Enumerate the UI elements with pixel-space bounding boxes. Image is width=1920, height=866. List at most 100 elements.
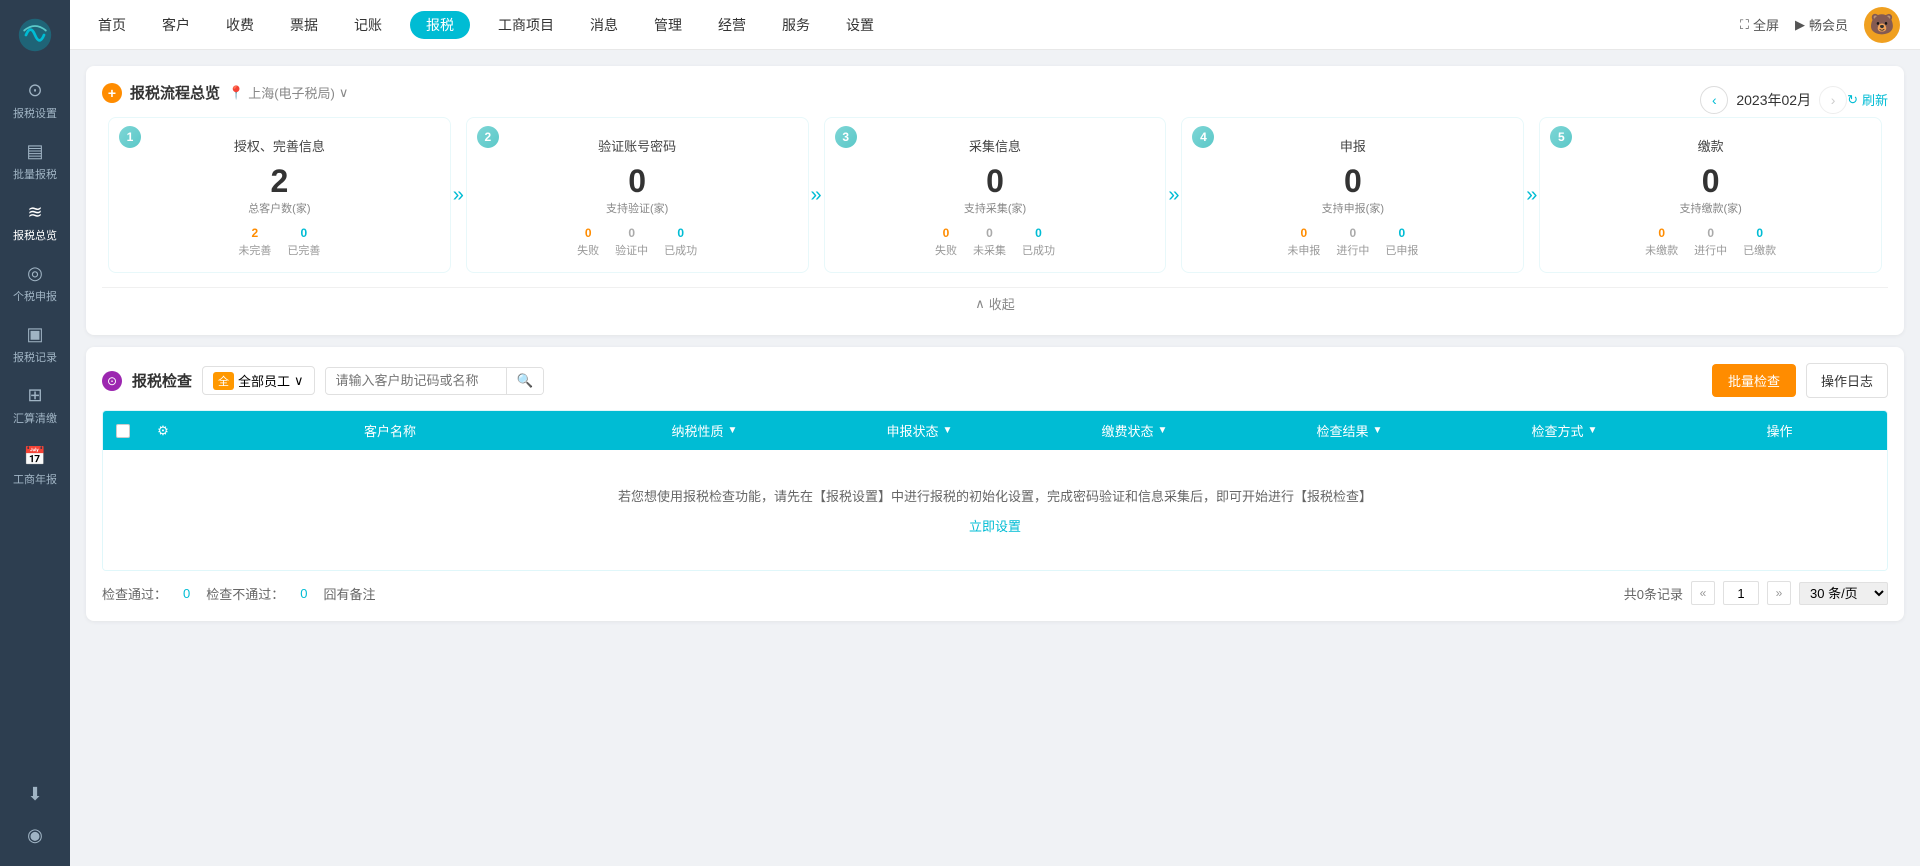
header-checkbox[interactable] [116,424,130,438]
refresh-btn[interactable]: ↻ 刷新 [1847,90,1888,109]
first-page-btn[interactable]: « [1691,581,1715,605]
nav-operations[interactable]: 经营 [710,11,754,39]
sidebar-item-download[interactable]: ⬇ [0,774,70,815]
fullscreen-label: 全屏 [1753,15,1779,34]
sidebar-item-settlement[interactable]: ⊞ 汇算清缴 [0,375,70,436]
fail-label: 检查不通过： [206,584,284,603]
pass-count[interactable]: 0 [183,586,190,601]
sidebar-item-personal-tax[interactable]: ◎ 个税申报 [0,253,70,314]
nav-settings[interactable]: 设置 [838,11,882,39]
nav-messages[interactable]: 消息 [582,11,626,39]
step-4-stat-2[interactable]: 0 已申报 [1385,226,1418,258]
step-4-stat-0-label: 未申报 [1287,242,1320,258]
step-3-stat-2-num: 0 [1035,226,1042,240]
sidebar-item-annual-report[interactable]: 📅 工商年报 [0,436,70,497]
nav-home[interactable]: 首页 [90,11,134,39]
page-input[interactable] [1723,581,1759,605]
location-icon: ◉ [27,825,43,846]
step-4-count: 0 [1198,163,1507,200]
sidebar-item-location[interactable]: ◉ [0,815,70,856]
sidebar-item-tax-settings[interactable]: ⊙ 报税设置 [0,70,70,131]
step-2-stat-0[interactable]: 0 失败 [577,226,599,258]
filter-icon-tax-nature[interactable]: ▼ [728,425,738,436]
step-5-stats: 0 未缴款 0 进行中 0 已缴款 [1556,226,1865,258]
step-4-stat-1[interactable]: 0 进行中 [1336,226,1369,258]
nav-fees[interactable]: 收费 [218,11,262,39]
step-2-stat-1[interactable]: 0 验证中 [615,226,648,258]
nav-customers[interactable]: 客户 [154,11,198,39]
step-5-stat-0[interactable]: 0 未缴款 [1645,226,1678,258]
sidebar-item-tax-overview[interactable]: ≋ 报税总览 [0,192,70,253]
step-4-stat-0-num: 0 [1300,226,1307,240]
step-4-stat-0[interactable]: 0 未申报 [1287,226,1320,258]
vip-btn[interactable]: ▶ 畅会员 [1795,15,1848,34]
per-page-select[interactable]: 30 条/页 50 条/页 100 条/页 [1799,582,1888,605]
step-2-stats: 0 失败 0 验证中 0 已成功 [483,226,792,258]
step-4-stat-1-label: 进行中 [1336,242,1369,258]
step-2-desc: 支持验证(家) [483,200,792,216]
location-selector[interactable]: 📍 上海(电子税局) ∨ [228,83,348,102]
step-3-stat-0[interactable]: 0 失败 [935,226,957,258]
sidebar-item-batch-tax[interactable]: ▤ 批量报税 [0,131,70,192]
refresh-icon: ↻ [1847,92,1858,108]
th-payment-status-label: 缴费状态 [1102,421,1154,440]
user-avatar[interactable]: 🐻 [1864,7,1900,43]
next-month-btn[interactable]: › [1819,86,1847,114]
video-icon: ▶ [1795,17,1805,33]
sidebar-item-label: 汇算清缴 [13,410,57,426]
step-3-stat-1[interactable]: 0 未采集 [973,226,1006,258]
setup-link[interactable]: 立即设置 [969,519,1021,534]
month-navigation: ‹ 2023年02月 › [1700,86,1847,114]
step-5-stat-1[interactable]: 0 进行中 [1694,226,1727,258]
nav-accounting[interactable]: 记账 [346,11,390,39]
batch-check-button[interactable]: 批量检查 [1712,364,1796,397]
search-button[interactable]: 🔍 [506,368,544,394]
settlement-icon: ⊞ [27,385,42,406]
nav-services[interactable]: 服务 [774,11,818,39]
collapse-btn[interactable]: ∧ 收起 [102,288,1888,319]
th-settings[interactable]: ⚙ [143,411,183,450]
fullscreen-btn[interactable]: ⛶ 全屏 [1740,15,1779,34]
vip-label: 畅会员 [1809,15,1848,34]
th-declare-status-label: 申报状态 [887,421,939,440]
filter-icon-payment[interactable]: ▼ [1158,425,1168,436]
filter-icon-check-result[interactable]: ▼ [1373,425,1383,436]
step-2-title: 验证账号密码 [483,136,792,155]
th-declare-status: 申报状态 ▼ [812,411,1027,450]
step-2-stat-2[interactable]: 0 已成功 [664,226,697,258]
step-5-stat-2[interactable]: 0 已缴款 [1743,226,1776,258]
filter-icon-check-method[interactable]: ▼ [1588,425,1598,436]
flow-title-section: + 报税流程总览 📍 上海(电子税局) ∨ [102,82,1700,103]
next-page-btn[interactable]: » [1767,581,1791,605]
flow-overview-header: + 报税流程总览 📍 上海(电子税局) ∨ ‹ 2023年02月 › ↻ 刷新 [102,82,1888,117]
fail-count[interactable]: 0 [300,586,307,601]
step-3-stat-2[interactable]: 0 已成功 [1022,226,1055,258]
nav-tax[interactable]: 报税 [410,11,470,39]
th-checkbox[interactable] [103,411,143,450]
sidebar-item-label: 报税记录 [13,349,57,365]
nav-management[interactable]: 管理 [646,11,690,39]
filter-icon-declare[interactable]: ▼ [943,425,953,436]
download-icon: ⬇ [27,784,42,805]
note-label: 囧有备注 [324,584,376,603]
nav-invoices[interactable]: 票据 [282,11,326,39]
step-1-stat-0[interactable]: 2 未完善 [238,226,271,258]
step-5-stat-0-num: 0 [1658,226,1665,240]
nav-business[interactable]: 工商项目 [490,11,562,39]
prev-month-btn[interactable]: ‹ [1700,86,1728,114]
operation-log-button[interactable]: 操作日志 [1806,363,1888,398]
step-1-count: 2 [125,163,434,200]
step-1-stat-1[interactable]: 0 已完善 [287,226,320,258]
app-logo [10,10,60,60]
sidebar-item-tax-records[interactable]: ▣ 报税记录 [0,314,70,375]
table-body-empty: 若您想使用报税检查功能，请先在【报税设置】中进行报税的初始化设置，完成密码验证和… [103,450,1887,570]
step-3-stat-1-label: 未采集 [973,242,1006,258]
employee-badge: 全 [213,372,234,390]
sidebar-item-label: 个税申报 [13,288,57,304]
employee-filter[interactable]: 全 全部员工 ∨ [202,366,315,395]
sidebar-item-label: 工商年报 [13,471,57,487]
flow-step-1: 1 授权、完善信息 2 总客户数(家) 2 未完善 0 已完善 [108,117,451,273]
tax-check-card: ⊙ 报税检查 全 全部员工 ∨ 🔍 批量检查 操作日志 [86,347,1904,621]
tax-check-table: ⚙ 客户名称 纳税性质 ▼ 申报状态 ▼ 缴费状态 ▼ [102,410,1888,571]
search-input[interactable] [326,368,506,393]
